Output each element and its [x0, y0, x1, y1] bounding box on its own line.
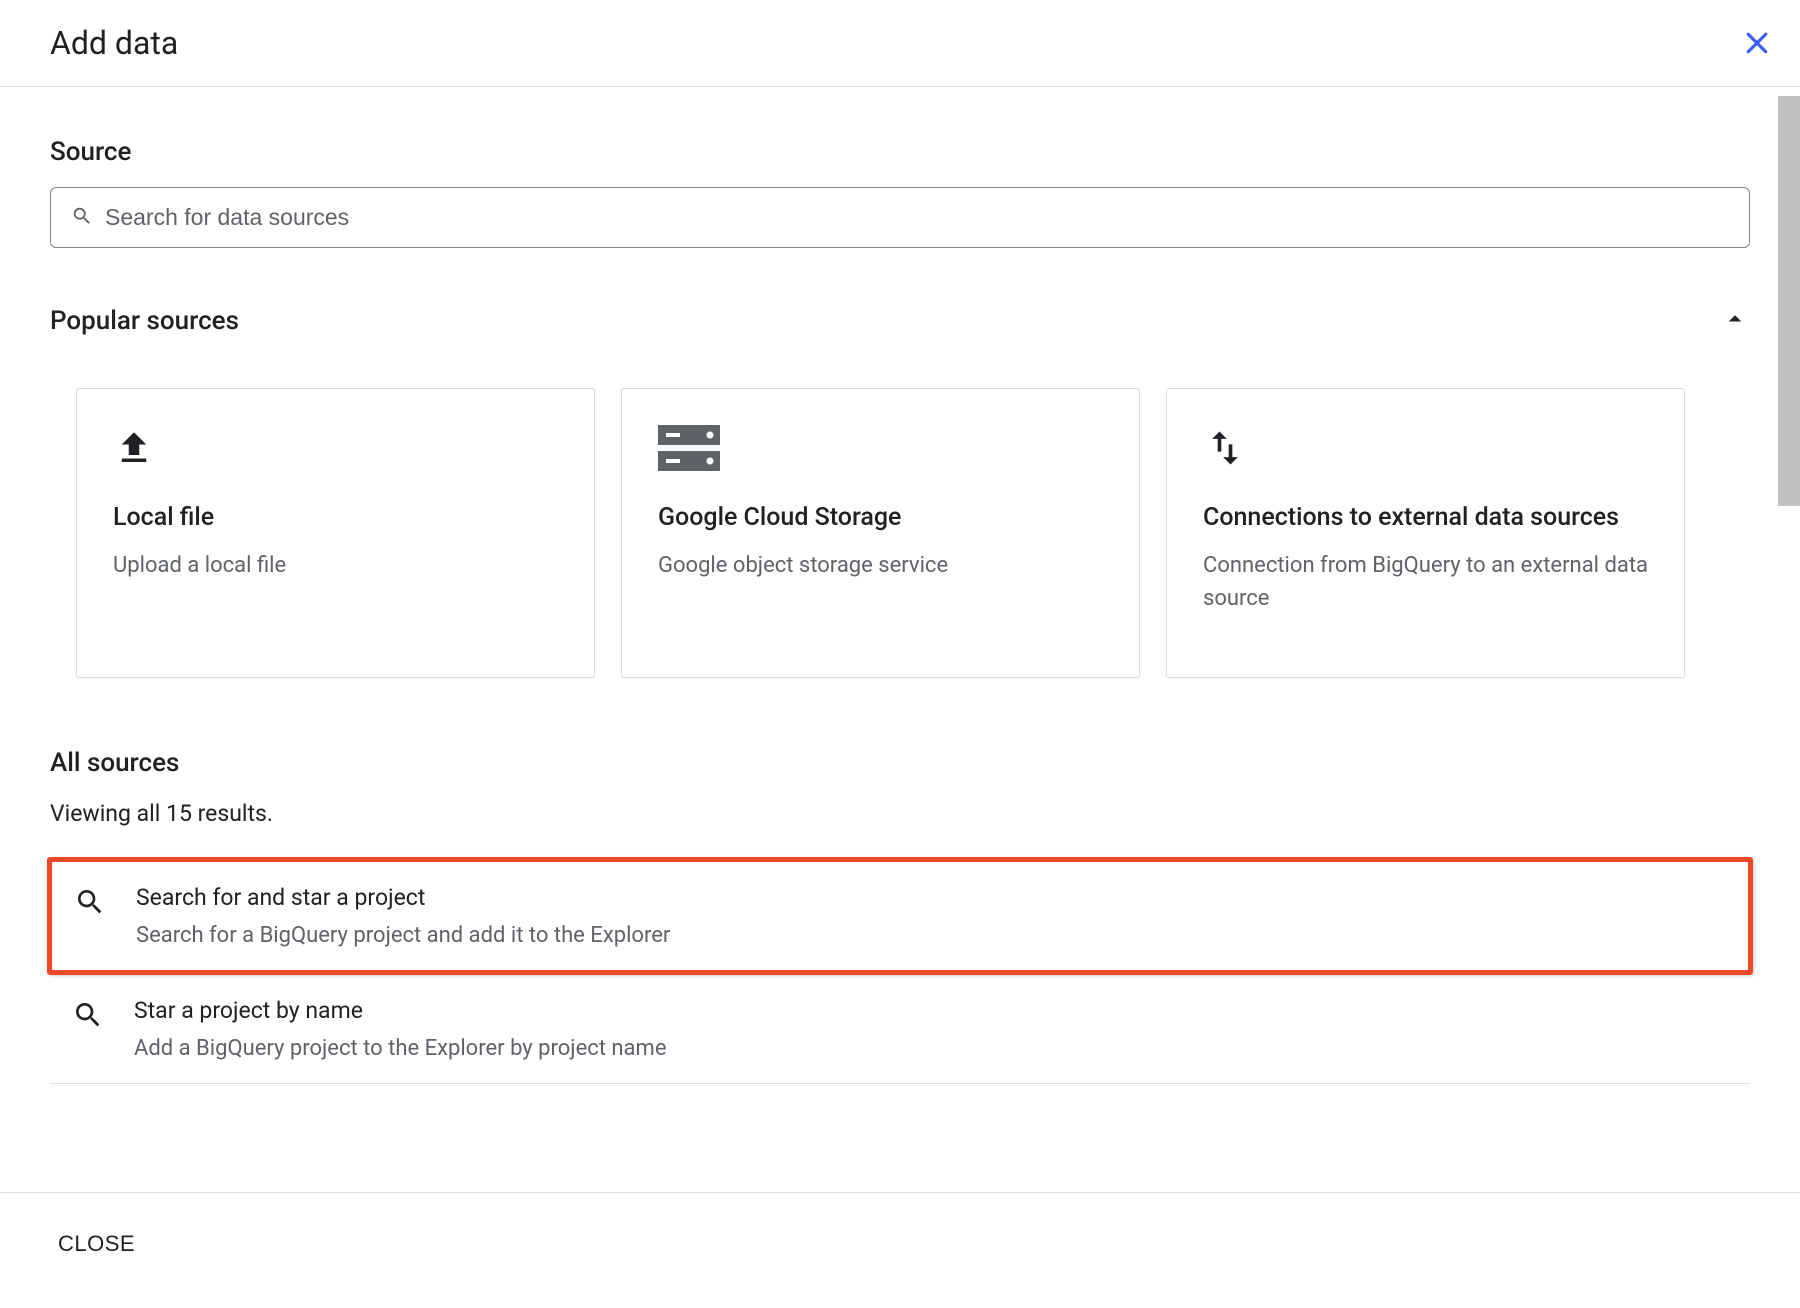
search-icon: [71, 205, 93, 231]
all-sources-label: All sources: [50, 748, 1750, 778]
card-google-cloud-storage[interactable]: Google Cloud Storage Google object stora…: [621, 388, 1140, 678]
card-local-file[interactable]: Local file Upload a local file: [76, 388, 595, 678]
close-icon[interactable]: [1742, 28, 1772, 58]
source-search-input[interactable]: [105, 204, 1729, 231]
source-search-box[interactable]: [50, 187, 1750, 248]
card-title: Local file: [113, 501, 558, 535]
list-item-title: Search for and star a project: [136, 884, 670, 911]
card-desc: Upload a local file: [113, 549, 558, 582]
search-icon: [72, 999, 104, 1035]
search-icon: [74, 886, 106, 922]
list-item-title: Star a project by name: [134, 997, 666, 1024]
card-title: Connections to external data sources: [1203, 501, 1648, 535]
close-button[interactable]: CLOSE: [58, 1231, 135, 1257]
list-item-desc: Search for a BigQuery project and add it…: [136, 923, 670, 948]
popular-sources-toggle[interactable]: Popular sources: [50, 304, 1750, 338]
swap-vert-icon: [1203, 425, 1648, 471]
popular-sources-label: Popular sources: [50, 306, 239, 336]
upload-icon: [113, 425, 558, 471]
chevron-up-icon: [1720, 304, 1750, 338]
list-item-star-project-by-name[interactable]: Star a project by name Add a BigQuery pr…: [50, 975, 1750, 1084]
card-title: Google Cloud Storage: [658, 501, 1103, 535]
list-item-desc: Add a BigQuery project to the Explorer b…: [134, 1036, 666, 1061]
card-desc: Connection from BigQuery to an external …: [1203, 549, 1648, 615]
source-label: Source: [50, 137, 1750, 167]
results-count-text: Viewing all 15 results.: [50, 800, 1750, 827]
page-title: Add data: [50, 24, 178, 62]
card-external-connections[interactable]: Connections to external data sources Con…: [1166, 388, 1685, 678]
list-item-search-star-project[interactable]: Search for and star a project Search for…: [47, 857, 1753, 975]
storage-icon: [658, 425, 1103, 471]
scrollbar-thumb[interactable]: [1778, 96, 1800, 506]
card-desc: Google object storage service: [658, 549, 1103, 582]
